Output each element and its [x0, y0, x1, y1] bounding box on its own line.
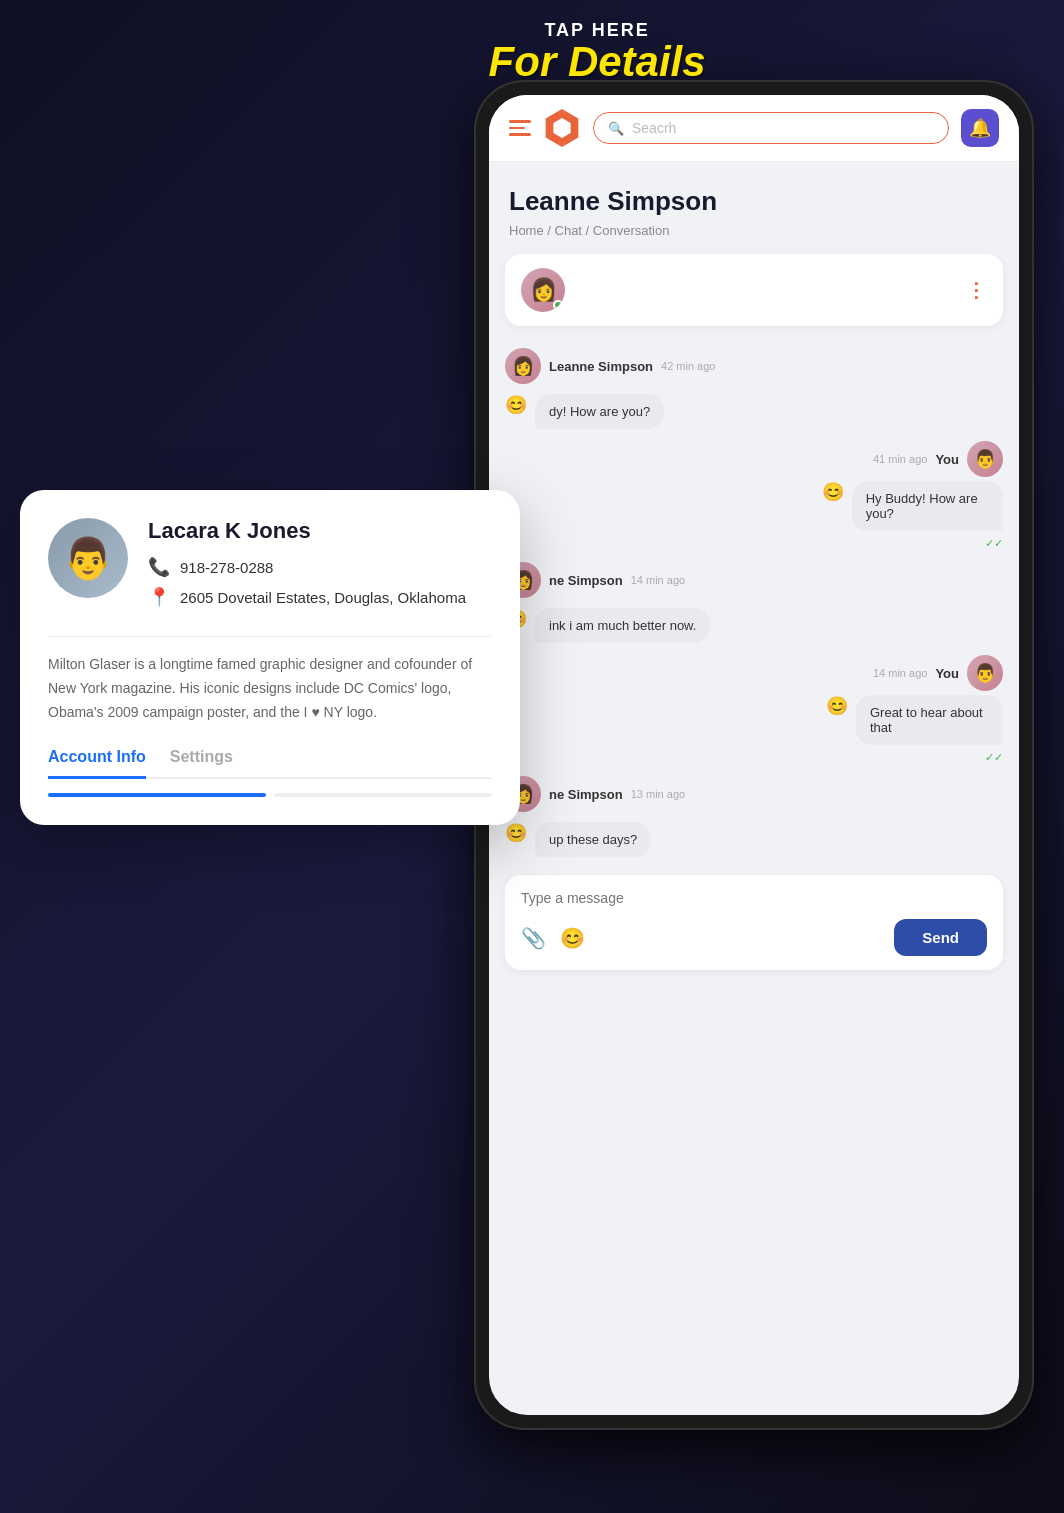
input-actions: 📎 😊 Send [521, 919, 987, 956]
emoji-picker-icon[interactable]: 😊 [560, 926, 585, 950]
profile-header: 👨 Lacara K Jones 📞 918-278-0288 📍 2605 D… [48, 518, 492, 616]
message-content-2: 😊 Hy Buddy! How are you? [801, 481, 1003, 531]
sender-info-3: 👩 ne Simpson 14 min ago [505, 562, 1003, 598]
sender-name-5: ne Simpson [549, 787, 623, 802]
message-bubble-4: Great to hear about that [856, 695, 1003, 745]
logo-icon [543, 109, 581, 147]
phone-screen: 🔍 Seacrh 🔔 Leanne Simpson Home / Chat / … [489, 95, 1019, 1415]
sender-avatar-1: 👩 [505, 348, 541, 384]
profile-info: Lacara K Jones 📞 918-278-0288 📍 2605 Dov… [148, 518, 466, 616]
profile-name: Lacara K Jones [148, 518, 466, 544]
sender-info-2: 41 min ago You 👨 [873, 441, 1003, 477]
tab-account-info[interactable]: Account Info [48, 748, 146, 779]
sender-avatar-face-4: 👨 [974, 662, 996, 684]
attach-icon[interactable]: 📎 [521, 926, 546, 950]
emoji-1: 😊 [505, 394, 527, 416]
page-title-area: Leanne Simpson Home / Chat / Conversatio… [489, 162, 1019, 254]
sender-info-5: 👩 ne Simpson 13 min ago [505, 776, 1003, 812]
more-options-button[interactable]: ⋮ [966, 278, 987, 302]
bio-text: Milton Glaser is a longtime famed graphi… [48, 653, 492, 724]
send-button[interactable]: Send [894, 919, 987, 956]
tab-indicator-inactive [274, 793, 492, 797]
tab-indicator-active [48, 793, 266, 797]
emoji-2: 😊 [822, 481, 844, 503]
message-time-2: 41 min ago [873, 453, 927, 465]
phone-item: 📞 918-278-0288 [148, 556, 466, 578]
notification-icon: 🔔 [969, 117, 991, 139]
page-title: Leanne Simpson [509, 186, 999, 217]
sender-name-1: Leanne Simpson [549, 359, 653, 374]
message-group-4: 14 min ago You 👨 😊 Great to hear about t… [505, 655, 1003, 764]
chat-header-card: 👩 ⋮ [505, 254, 1003, 326]
read-receipt-4: ✓✓ [985, 751, 1003, 764]
message-content-5: 😊 up these days? [505, 822, 1003, 857]
phone-number: 918-278-0288 [180, 559, 273, 576]
address-text: 2605 Dovetail Estates, Douglas, Oklahoma [180, 589, 466, 606]
message-group-5: 👩 ne Simpson 13 min ago 😊 up these days? [505, 776, 1003, 857]
message-group-1: 👩 Leanne Simpson 42 min ago 😊 dy! How ar… [505, 348, 1003, 429]
address-item: 📍 2605 Dovetail Estates, Douglas, Oklaho… [148, 586, 466, 608]
contact-avatar: 👩 [521, 268, 565, 312]
search-placeholder-text: Seacrh [632, 120, 676, 136]
for-details-text: For Details [489, 41, 706, 83]
online-status-dot [553, 300, 563, 310]
you-label-4: You [935, 666, 959, 681]
hamburger-menu-icon[interactable] [509, 120, 531, 136]
sender-info-4: 14 min ago You 👨 [873, 655, 1003, 691]
sender-avatar-face-1: 👩 [512, 355, 534, 377]
message-time-5: 13 min ago [631, 788, 685, 800]
message-bubble-5: up these days? [535, 822, 651, 857]
avatar-face: 👩 [530, 277, 557, 303]
phone-icon: 📞 [148, 556, 170, 578]
message-group-2: 41 min ago You 👨 😊 Hy Buddy! How are you… [505, 441, 1003, 550]
message-time-4: 14 min ago [873, 667, 927, 679]
message-content-3: 😊 ink i am much better now. [505, 608, 1003, 643]
message-content-1: 😊 dy! How are you? [505, 394, 1003, 429]
logo-inner [552, 118, 572, 138]
message-group-3: 👩 ne Simpson 14 min ago 😊 ink i am much … [505, 562, 1003, 643]
chat-card-header: 👩 ⋮ [521, 268, 987, 312]
message-time-1: 42 min ago [661, 360, 715, 372]
sender-info-1: 👩 Leanne Simpson 42 min ago [505, 348, 1003, 384]
sender-avatar-face-2: 👨 [974, 448, 996, 470]
sender-name-3: ne Simpson [549, 573, 623, 588]
divider [48, 636, 492, 637]
sender-avatar-2: 👨 [967, 441, 1003, 477]
message-bubble-1: dy! How are you? [535, 394, 664, 429]
message-bubble-3: ink i am much better now. [535, 608, 710, 643]
sender-avatar-4: 👨 [967, 655, 1003, 691]
message-bubble-2: Hy Buddy! How are you? [852, 481, 1003, 531]
tap-here-banner: TAP HERE For Details [489, 20, 706, 83]
search-icon: 🔍 [608, 121, 624, 136]
message-input[interactable] [521, 890, 987, 906]
emoji-4: 😊 [826, 695, 848, 717]
message-input-area: 📎 😊 Send [505, 875, 1003, 970]
message-time-3: 14 min ago [631, 574, 685, 586]
profile-avatar: 👨 [48, 518, 128, 598]
location-icon: 📍 [148, 586, 170, 608]
header-bar: 🔍 Seacrh 🔔 [489, 95, 1019, 162]
read-receipt-2: ✓✓ [985, 537, 1003, 550]
emoji-5: 😊 [505, 822, 527, 844]
profile-card: 👨 Lacara K Jones 📞 918-278-0288 📍 2605 D… [20, 490, 520, 825]
notification-button[interactable]: 🔔 [961, 109, 999, 147]
profile-tabs: Account Info Settings [48, 748, 492, 779]
you-label-2: You [935, 452, 959, 467]
messages-area: 👩 Leanne Simpson 42 min ago 😊 dy! How ar… [489, 338, 1019, 867]
breadcrumb: Home / Chat / Conversation [509, 223, 999, 238]
phone-frame: 🔍 Seacrh 🔔 Leanne Simpson Home / Chat / … [474, 80, 1034, 1430]
search-bar[interactable]: 🔍 Seacrh [593, 112, 949, 144]
tab-indicators [48, 793, 492, 797]
tab-settings[interactable]: Settings [170, 748, 233, 779]
message-content-4: 😊 Great to hear about that [807, 695, 1003, 745]
input-icons: 📎 😊 [521, 926, 585, 950]
profile-avatar-icon: 👨 [63, 535, 113, 582]
